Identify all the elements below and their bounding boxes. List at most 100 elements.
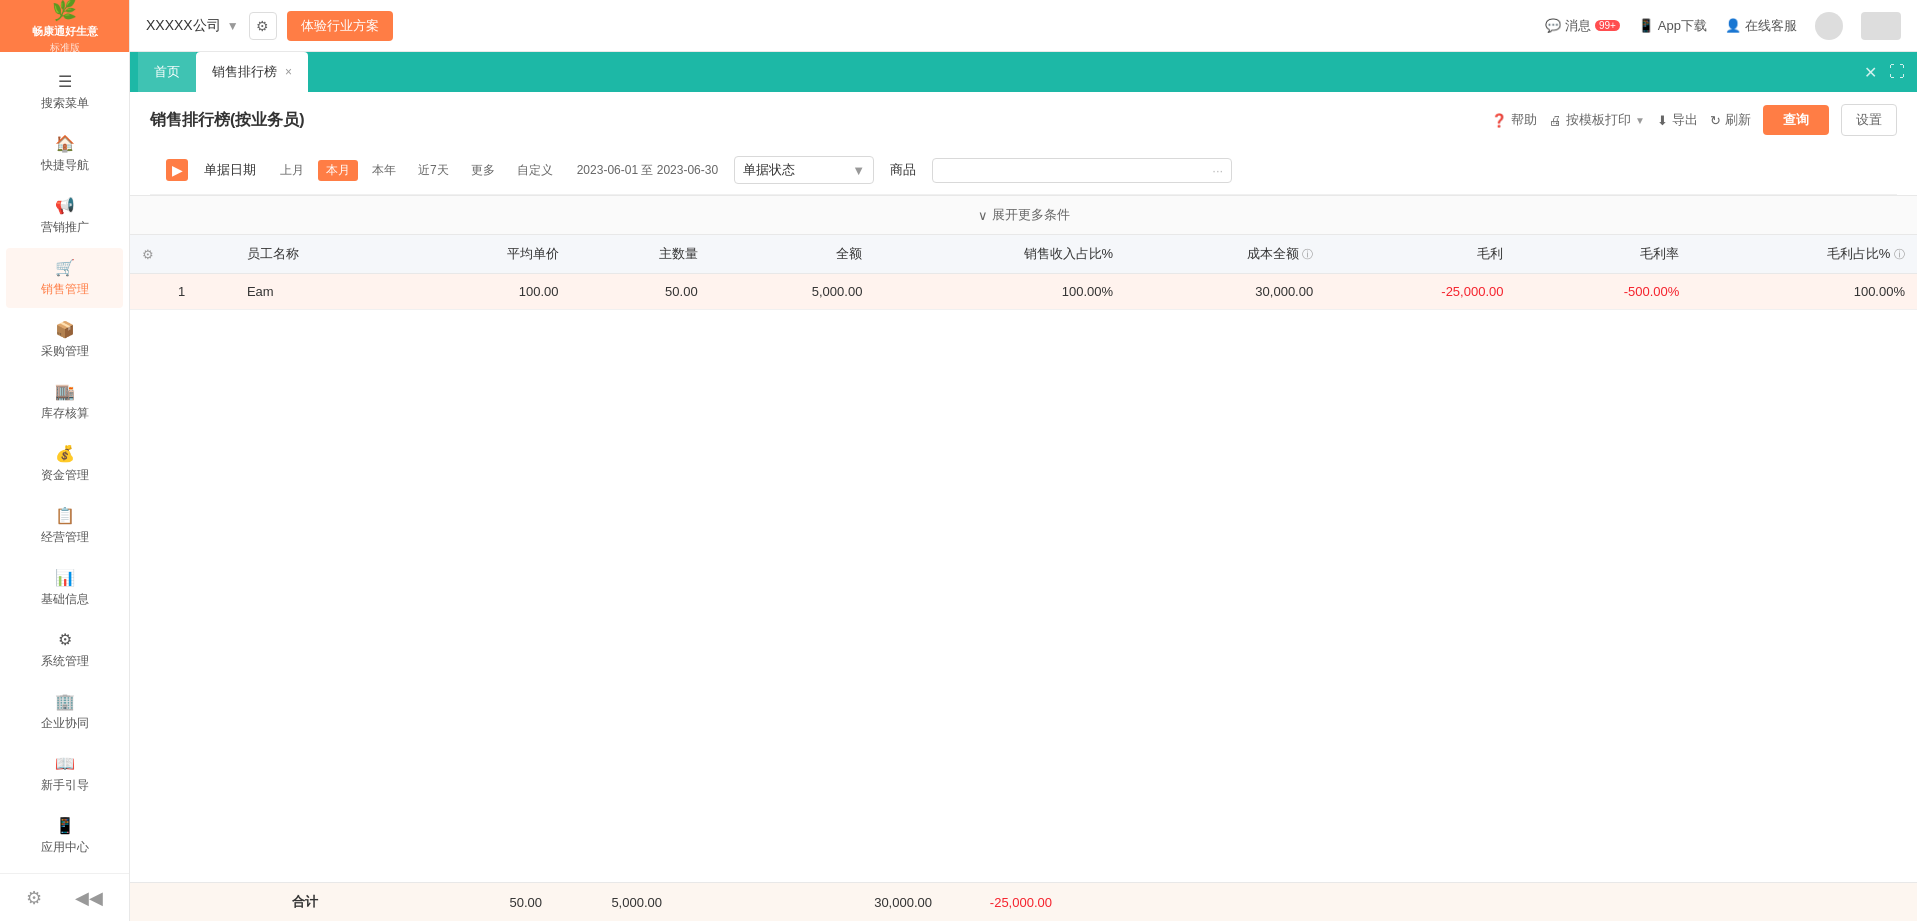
table-header-row: ⚙ 员工名称 平均单价 主数量 全额 销售收入占比% 成本全额 ⓘ 毛利 毛利率… <box>130 235 1917 274</box>
goods-filter-input[interactable]: ··· <box>932 158 1232 183</box>
th-gear[interactable]: ⚙ <box>130 235 166 274</box>
sidebar-item-operation[interactable]: 📋 经营管理 <box>6 496 123 556</box>
sidebar-item-label: 采购管理 <box>41 343 89 360</box>
sidebar-item-app-center[interactable]: 📱 应用中心 <box>6 806 123 866</box>
sidebar-item-label: 库存核算 <box>41 405 89 422</box>
page-title-row: 销售排行榜(按业务员) ❓ 帮助 🖨 按模板打印 ▼ ⬇ 导出 <box>150 104 1897 136</box>
message-action[interactable]: 💬 消息 99+ <box>1545 17 1620 35</box>
expand-more-button[interactable]: ∨ 展开更多条件 <box>966 202 1082 228</box>
gear-icon: ⚙ <box>256 18 269 34</box>
td-gear <box>130 274 166 310</box>
th-gross: 毛利 <box>1325 235 1515 274</box>
query-button[interactable]: 查询 <box>1763 105 1829 135</box>
footer-cells: 合计 50.00 5,000.00 30,000.00 -25,000.00 <box>292 893 1905 911</box>
th-quantity: 主数量 <box>571 235 710 274</box>
sidebar-item-finance[interactable]: 💰 资金管理 <box>6 434 123 494</box>
tab-sales-ranking[interactable]: 销售排行榜 × <box>196 52 308 92</box>
sidebar-item-label: 基础信息 <box>41 591 89 608</box>
sidebar-item-newbie[interactable]: 📖 新手引导 <box>6 744 123 804</box>
td-gross-ratio: 100.00% <box>1691 274 1917 310</box>
footer-total-label: 合计 <box>292 893 318 911</box>
footer-gross: -25,000.00 <box>932 895 1052 910</box>
sidebar-item-sales[interactable]: 🛒 销售管理 <box>6 248 123 308</box>
filter-row: ▶ 单据日期 上月 本月 本年 近7天 更多 自定义 2023-06-01 至 … <box>150 146 1897 195</box>
logo-text: 畅康通好生意 <box>32 24 98 39</box>
page-content: 销售排行榜(按业务员) ❓ 帮助 🖨 按模板打印 ▼ ⬇ 导出 <box>130 92 1917 921</box>
sidebar-item-marketing[interactable]: 📢 营销推广 <box>6 186 123 246</box>
system-icon: ⚙ <box>58 630 72 649</box>
td-cost: 30,000.00 <box>1125 274 1325 310</box>
newbie-icon: 📖 <box>55 754 75 773</box>
date-opt-7days[interactable]: 近7天 <box>410 160 457 181</box>
user-avatar[interactable] <box>1815 12 1843 40</box>
tab-close-window-icon[interactable]: ✕ <box>1864 63 1877 82</box>
page-actions: ❓ 帮助 🖨 按模板打印 ▼ ⬇ 导出 ↻ 刷新 <box>1491 104 1897 136</box>
sidebar-item-quick-nav[interactable]: 🏠 快捷导航 <box>6 124 123 184</box>
app-download-label: App下载 <box>1658 17 1707 35</box>
collapse-icon[interactable]: ◀◀ <box>75 887 103 909</box>
logo-sub: 标准版 <box>50 41 80 55</box>
online-service-action[interactable]: 👤 在线客服 <box>1725 17 1797 35</box>
main-content: XXXXX公司 ▼ ⚙ 体验行业方案 💬 消息 99+ 📱 App下载 👤 在线… <box>130 0 1917 921</box>
filter-expand-button[interactable]: ▶ <box>166 159 188 181</box>
sidebar-bottom: ⚙ ◀◀ <box>0 873 129 921</box>
status-filter[interactable]: 单据状态 ▼ <box>734 156 874 184</box>
expand-icon: ∨ <box>978 208 988 223</box>
settings-button[interactable]: 设置 <box>1841 104 1897 136</box>
cost-info-icon[interactable]: ⓘ <box>1302 248 1313 260</box>
table-container: ⚙ 员工名称 平均单价 主数量 全额 销售收入占比% 成本全额 ⓘ 毛利 毛利率… <box>130 235 1917 882</box>
sidebar-item-label: 应用中心 <box>41 839 89 856</box>
sidebar-item-label: 快捷导航 <box>41 157 89 174</box>
refresh-button[interactable]: ↻ 刷新 <box>1710 111 1751 129</box>
th-name: 员工名称 <box>235 235 403 274</box>
sidebar-item-purchase[interactable]: 📦 采购管理 <box>6 310 123 370</box>
sidebar-item-basic-info[interactable]: 📊 基础信息 <box>6 558 123 618</box>
tab-home[interactable]: 首页 <box>138 52 196 92</box>
status-filter-label: 单据状态 <box>743 161 795 179</box>
date-opt-custom[interactable]: 自定义 <box>509 160 561 181</box>
page-title: 销售排行榜(按业务员) <box>150 110 305 131</box>
sidebar-item-search-order[interactable]: ☰ 搜索菜单 <box>6 62 123 122</box>
logo-icon: 🌿 <box>52 0 77 22</box>
date-opt-this-month[interactable]: 本月 <box>318 160 358 181</box>
th-gross-ratio: 毛利占比% ⓘ <box>1691 235 1917 274</box>
sidebar-item-enterprise[interactable]: 🏢 企业协同 <box>6 682 123 742</box>
data-table: ⚙ 员工名称 平均单价 主数量 全额 销售收入占比% 成本全额 ⓘ 毛利 毛利率… <box>130 235 1917 310</box>
tab-close-icon[interactable]: × <box>285 65 292 79</box>
footer-amount: 5,000.00 <box>542 895 662 910</box>
export-button[interactable]: ⬇ 导出 <box>1657 111 1698 129</box>
td-sales-ratio: 100.00% <box>874 274 1125 310</box>
sidebar-item-system[interactable]: ⚙ 系统管理 <box>6 620 123 680</box>
date-opt-this-year[interactable]: 本年 <box>364 160 404 181</box>
sidebar-item-label: 企业协同 <box>41 715 89 732</box>
sidebar-item-label: 经营管理 <box>41 529 89 546</box>
sidebar-nav: ☰ 搜索菜单 🏠 快捷导航 📢 营销推广 🛒 销售管理 📦 采购管理 🏬 库存核… <box>0 52 129 873</box>
help-button[interactable]: ❓ 帮助 <box>1491 111 1537 129</box>
tab-expand-icon[interactable]: ⛶ <box>1889 63 1905 81</box>
message-icon: 💬 <box>1545 18 1561 33</box>
app-download-action[interactable]: 📱 App下载 <box>1638 17 1707 35</box>
date-opt-more[interactable]: 更多 <box>463 160 503 181</box>
date-options: 上月 本月 本年 近7天 更多 自定义 <box>272 160 561 181</box>
sidebar-item-label: 新手引导 <box>41 777 89 794</box>
company-name: XXXXX公司 <box>146 17 221 35</box>
date-opt-last-month[interactable]: 上月 <box>272 160 312 181</box>
gross-ratio-info-icon[interactable]: ⓘ <box>1894 248 1905 260</box>
th-avg-price: 平均单价 <box>403 235 571 274</box>
topbar-gear-button[interactable]: ⚙ <box>249 12 277 40</box>
status-filter-arrow-icon: ▼ <box>852 163 865 178</box>
online-service-label: 在线客服 <box>1745 17 1797 35</box>
expand-more-label: 展开更多条件 <box>992 206 1070 224</box>
date-filter-label: 单据日期 <box>204 161 256 179</box>
message-badge: 99+ <box>1595 20 1620 31</box>
operation-icon: 📋 <box>55 506 75 525</box>
trial-button[interactable]: 体验行业方案 <box>287 11 393 41</box>
company-selector[interactable]: XXXXX公司 ▼ <box>146 17 239 35</box>
td-rank: 1 <box>166 274 235 310</box>
finance-icon: 💰 <box>55 444 75 463</box>
settings-bottom-icon[interactable]: ⚙ <box>26 887 42 909</box>
sidebar-item-inventory[interactable]: 🏬 库存核算 <box>6 372 123 432</box>
table-footer: 合计 50.00 5,000.00 30,000.00 -25,000.00 <box>130 882 1917 921</box>
template-print-button[interactable]: 🖨 按模板打印 ▼ <box>1549 111 1645 129</box>
tabbar: 首页 销售排行榜 × ✕ ⛶ <box>130 52 1917 92</box>
